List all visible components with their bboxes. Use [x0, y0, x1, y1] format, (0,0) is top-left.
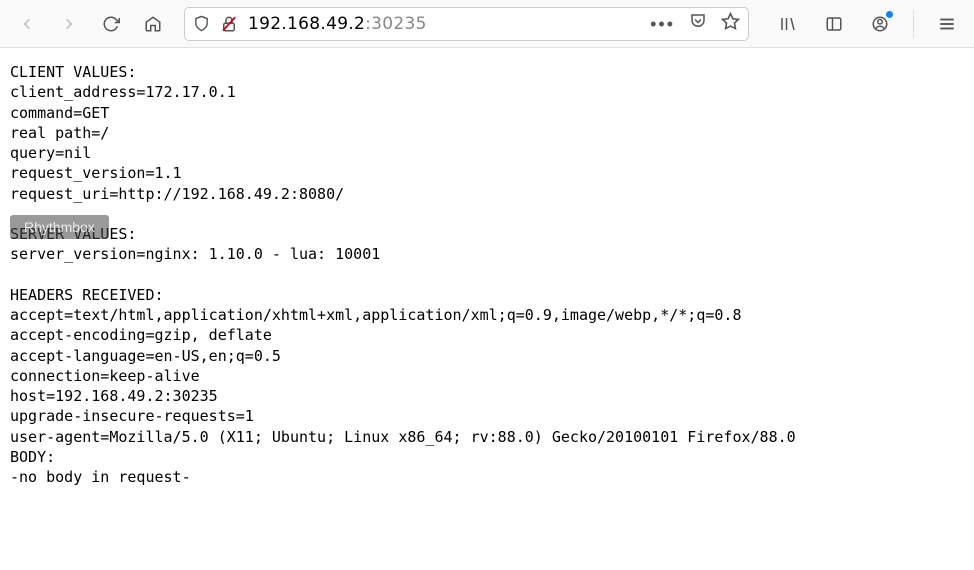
toolbar-divider [913, 10, 914, 38]
host-line: host=192.168.49.2:30235 [10, 387, 218, 405]
forward-button[interactable] [52, 7, 86, 41]
url-text: 192.168.49.2:30235 [248, 14, 640, 34]
page-content: CLIENT VALUES: client_address=172.17.0.1… [0, 48, 974, 501]
account-icon[interactable] [863, 7, 897, 41]
real-path-line: real path=/ [10, 124, 109, 142]
request-uri-line: request_uri=http://192.168.49.2:8080/ [10, 185, 344, 203]
accept-language-line: accept-language=en-US,en;q=0.5 [10, 347, 281, 365]
headers-received-header: HEADERS RECEIVED: [10, 286, 164, 304]
body-msg-line: -no body in request- [10, 468, 191, 486]
accept-line: accept=text/html,application/xhtml+xml,a… [10, 306, 742, 324]
notification-dot-icon [886, 11, 893, 18]
browser-toolbar: 192.168.49.2:30235 ••• [0, 0, 974, 48]
bookmark-star-icon[interactable] [721, 12, 740, 36]
client-values-header: CLIENT VALUES: [10, 63, 136, 81]
command-line: command=GET [10, 104, 109, 122]
upgrade-insecure-line: upgrade-insecure-requests=1 [10, 407, 254, 425]
reload-button[interactable] [94, 7, 128, 41]
connection-line: connection=keep-alive [10, 367, 200, 385]
client-address-line: client_address=172.17.0.1 [10, 83, 236, 101]
body-header: BODY: [10, 448, 55, 466]
server-values-header: SERVER VALUES: [10, 225, 136, 243]
user-agent-line: user-agent=Mozilla/5.0 (X11; Ubuntu; Lin… [10, 428, 796, 446]
insecure-lock-icon[interactable] [220, 15, 238, 33]
url-bar[interactable]: 192.168.49.2:30235 ••• [184, 7, 749, 41]
shield-icon[interactable] [193, 15, 210, 32]
back-button[interactable] [10, 7, 44, 41]
request-version-line: request_version=1.1 [10, 164, 182, 182]
library-icon[interactable] [771, 7, 805, 41]
query-line: query=nil [10, 144, 91, 162]
server-version-line: server_version=nginx: 1.10.0 - lua: 1000… [10, 245, 380, 263]
accept-encoding-line: accept-encoding=gzip, deflate [10, 326, 272, 344]
sidebar-icon[interactable] [817, 7, 851, 41]
pocket-icon[interactable] [689, 12, 707, 35]
home-button[interactable] [136, 7, 170, 41]
page-actions-icon[interactable]: ••• [650, 19, 675, 29]
menu-button[interactable] [930, 7, 964, 41]
